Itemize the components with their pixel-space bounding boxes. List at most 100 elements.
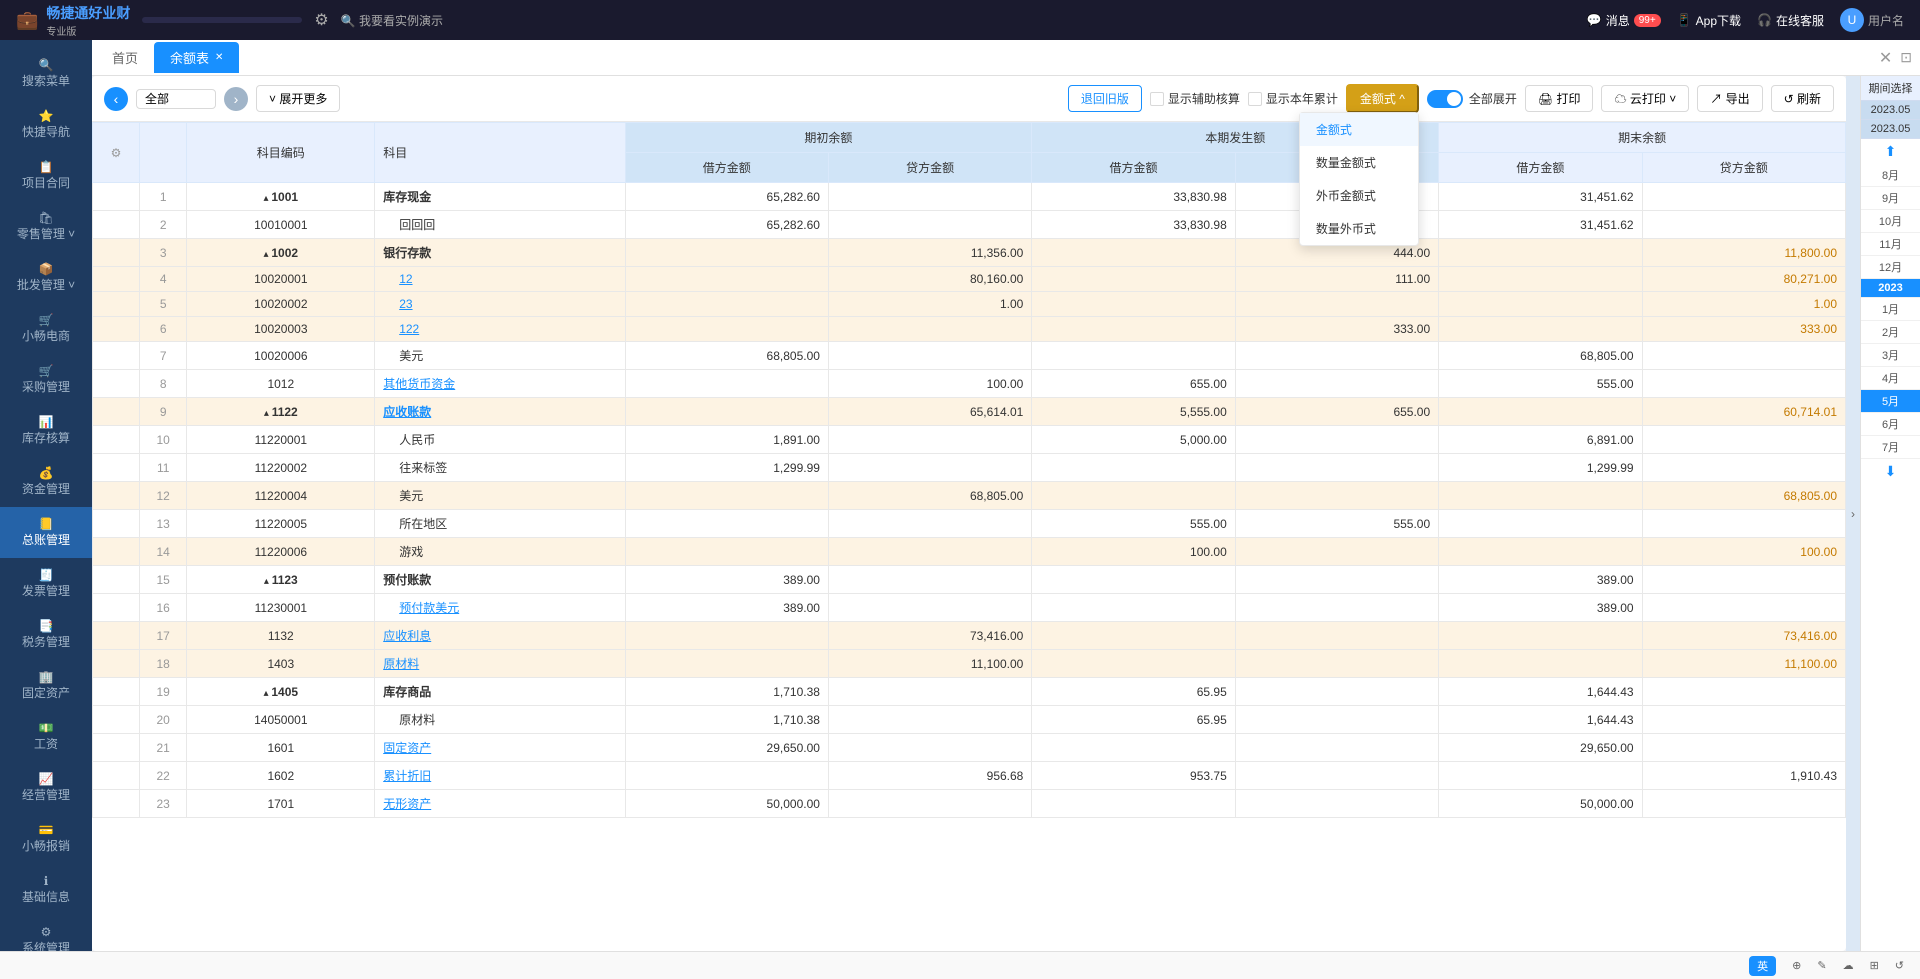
row-closing_debit-cell: 389.00 — [1439, 594, 1642, 622]
row-name-cell[interactable]: 预付款美元 — [375, 594, 625, 622]
tab-home-label: 首页 — [112, 48, 138, 67]
row-name-cell[interactable]: 23 — [375, 292, 625, 317]
dropdown-item-foreign-amount[interactable]: 外币金额式 — [1300, 179, 1418, 212]
period-month-8[interactable]: 8月 — [1861, 164, 1920, 187]
period-month-4[interactable]: 4月 — [1861, 367, 1920, 390]
nav-forward-btn[interactable]: › — [224, 87, 248, 111]
period-month-2[interactable]: 2月 — [1861, 321, 1920, 344]
tab-yue[interactable]: 余额表 ✕ — [154, 42, 239, 73]
collapse-panel-btn[interactable]: › — [1846, 76, 1860, 951]
table-row: 1211220004美元68,805.0068,805.00 — [93, 482, 1846, 510]
sidebar-item-ops[interactable]: 📈 经营管理 — [0, 762, 92, 813]
sidebar-item-fixed[interactable]: 🏢 固定资产 — [0, 660, 92, 711]
return-old-btn[interactable]: 退回旧版 — [1068, 85, 1142, 112]
tab-home[interactable]: 首页 — [100, 42, 150, 73]
expand-all-toggle[interactable]: 全部展开 — [1427, 90, 1517, 108]
sidebar-item-search[interactable]: 🔍 搜索菜单 — [0, 48, 92, 99]
settings-icon[interactable]: ⚙ — [314, 10, 328, 30]
row-code-cell: ▴ 1002 — [187, 239, 375, 267]
show-ytd-checkbox[interactable]: 显示本年累计 — [1248, 90, 1338, 107]
export-btn[interactable]: ↗ 导出 — [1697, 85, 1762, 112]
row-name-cell[interactable]: 其他货币资金 — [375, 370, 625, 398]
period-month-6[interactable]: 6月 — [1861, 413, 1920, 436]
row-name-cell[interactable]: 122 — [375, 317, 625, 342]
breadcrumb-input[interactable] — [136, 89, 216, 109]
nav-back-btn[interactable]: ‹ — [104, 87, 128, 111]
table-row: 710020006美元68,805.0068,805.00 — [93, 342, 1846, 370]
table-settings-icon[interactable]: ⚙ — [111, 146, 122, 160]
sidebar-item-tax[interactable]: 📑 税务管理 — [0, 609, 92, 660]
bottom-refresh[interactable]: ↺ — [1895, 959, 1904, 972]
print-btn[interactable]: 🖨 打印 — [1525, 85, 1594, 112]
show-auxiliary-checkbox[interactable]: 显示辅助核算 — [1150, 90, 1240, 107]
row-settings-cell — [93, 622, 140, 650]
row-name-cell: 美元 — [375, 342, 625, 370]
bottom-edit[interactable]: ✎ — [1817, 959, 1826, 972]
expand-more-btn[interactable]: ˅ 展开更多 — [256, 85, 340, 112]
row-opening_credit-cell: 65,614.01 — [828, 398, 1031, 426]
return-label: 退回旧版 — [1081, 92, 1129, 106]
row-num-cell: 16 — [139, 594, 187, 622]
notification-area[interactable]: 💬 消息 99+ — [1587, 12, 1661, 29]
amount-mode-btn[interactable]: 金额式 ^ — [1346, 84, 1419, 113]
logo-sub: 专业版 — [46, 23, 130, 38]
online-service[interactable]: 🎧 在线客服 — [1757, 12, 1824, 29]
period-nav-down[interactable]: ⬇ — [1861, 459, 1920, 484]
period-month-3[interactable]: 3月 — [1861, 344, 1920, 367]
sidebar-item-ecommerce[interactable]: 🛒 小畅电商 — [0, 303, 92, 354]
sidebar-item-wholesale[interactable]: 📦 批发管理 ˅ — [0, 252, 92, 303]
bottom-cloud[interactable]: ☁ — [1843, 959, 1854, 972]
row-settings-cell — [93, 317, 140, 342]
demo-link[interactable]: 🔍 我要看实例演示 — [341, 12, 443, 29]
sidebar-item-invoice[interactable]: 🧾 发票管理 — [0, 558, 92, 609]
tab-maximize[interactable]: ⊡ — [1900, 49, 1912, 66]
dropdown-item-amount[interactable]: 金额式 — [1300, 113, 1418, 146]
row-opening_debit-cell: 29,650.00 — [625, 734, 828, 762]
period-nav-up[interactable]: ⬆ — [1861, 139, 1920, 164]
sidebar-item-basic[interactable]: ℹ 基础信息 — [0, 864, 92, 915]
th-current-debit: 借方金额 — [1032, 153, 1235, 183]
dropdown-item-qty-foreign[interactable]: 数量外币式 — [1300, 212, 1418, 245]
sidebar-item-project[interactable]: 📋 项目合同 — [0, 150, 92, 201]
period-month-5[interactable]: 5月 — [1861, 390, 1920, 413]
row-name-cell[interactable]: 累计折旧 — [375, 762, 625, 790]
period-year-2023[interactable]: 2023 — [1861, 279, 1920, 298]
user-area[interactable]: U 用户名 — [1840, 8, 1904, 32]
sidebar-item-report[interactable]: 💳 小畅报销 — [0, 813, 92, 864]
amount-dropdown-menu: 金额式 数量金额式 外币金额式 数量外币式 — [1299, 112, 1419, 246]
sidebar-item-quick[interactable]: ⭐ 快捷导航 — [0, 99, 92, 150]
row-name-cell[interactable]: 12 — [375, 267, 625, 292]
cloud-print-btn[interactable]: ☁ 云打印 ˅ — [1601, 85, 1689, 112]
row-opening_debit-cell: 65,282.60 — [625, 211, 828, 239]
expand-toggle-switch[interactable] — [1427, 90, 1463, 108]
period-month-1[interactable]: 1月 — [1861, 298, 1920, 321]
sidebar-item-system[interactable]: ⚙ 系统管理 — [0, 915, 92, 951]
row-closing_debit-cell: 29,650.00 — [1439, 734, 1642, 762]
bottom-add[interactable]: ⊕ — [1792, 959, 1801, 972]
amount-mode-dropdown[interactable]: 金额式 ^ 金额式 数量金额式 外币金额式 数量外币式 — [1346, 84, 1419, 113]
sidebar-item-retail[interactable]: 🛍 零售管理 ˅ — [0, 201, 92, 252]
tab-close-all[interactable]: ✕ — [1879, 48, 1892, 68]
row-name-cell[interactable]: 原材料 — [375, 650, 625, 678]
period-month-12[interactable]: 12月 — [1861, 256, 1920, 279]
period-month-10[interactable]: 10月 — [1861, 210, 1920, 233]
bottom-lang[interactable]: 英 — [1749, 956, 1776, 976]
app-download[interactable]: 📱 App下载 — [1677, 12, 1741, 29]
tab-close-icon[interactable]: ✕ — [215, 52, 223, 63]
sidebar-item-inventory[interactable]: 📊 库存核算 — [0, 405, 92, 456]
sidebar-item-salary[interactable]: 💵 工资 — [0, 711, 92, 762]
dropdown-item-qty-amount[interactable]: 数量金额式 — [1300, 146, 1418, 179]
sidebar-item-purchase[interactable]: 🛒 采购管理 — [0, 354, 92, 405]
row-name-cell[interactable]: 固定资产 — [375, 734, 625, 762]
bottom-grid[interactable]: ⊞ — [1870, 959, 1879, 972]
refresh-btn[interactable]: ↺ 刷新 — [1771, 85, 1834, 112]
row-opening_debit-cell: 1,710.38 — [625, 706, 828, 734]
row-name-cell[interactable]: 无形资产 — [375, 790, 625, 818]
period-month-7[interactable]: 7月 — [1861, 436, 1920, 459]
period-month-11[interactable]: 11月 — [1861, 233, 1920, 256]
sidebar-item-capital[interactable]: 💰 资金管理 — [0, 456, 92, 507]
row-name-cell[interactable]: 应收账款 — [375, 398, 625, 426]
sidebar-item-ledger[interactable]: 📒 总账管理 — [0, 507, 92, 558]
row-name-cell[interactable]: 应收利息 — [375, 622, 625, 650]
period-month-9[interactable]: 9月 — [1861, 187, 1920, 210]
